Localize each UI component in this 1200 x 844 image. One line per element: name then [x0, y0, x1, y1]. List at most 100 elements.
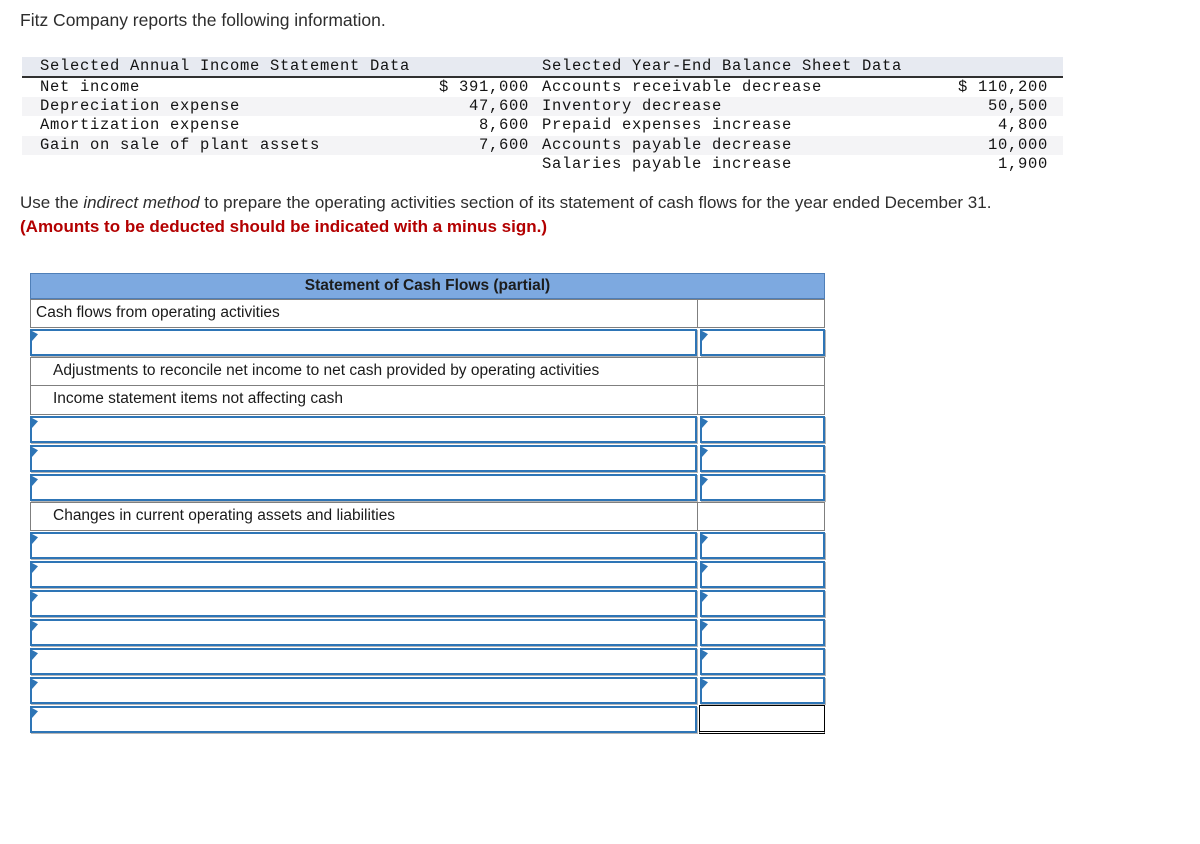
worksheet-amount-input[interactable] — [700, 329, 825, 356]
worksheet-input-row — [30, 618, 825, 647]
dropdown-arrow-icon — [32, 621, 38, 631]
instruction-text: Use the indirect method to prepare the o… — [20, 193, 991, 213]
data-table-row: Depreciation expense 47,600 Inventory decr… — [22, 97, 1063, 117]
dropdown-arrow-icon — [32, 592, 38, 602]
income-item-value: $ 391,000 — [438, 78, 529, 96]
page-title: Fitz Company reports the following infor… — [20, 10, 386, 30]
dropdown-arrow-icon — [702, 679, 708, 689]
income-item-value: 7,600 — [478, 135, 529, 154]
data-table-header-row: Selected Annual Income Statement Data Se… — [22, 57, 1063, 78]
dropdown-arrow-icon — [32, 679, 38, 689]
worksheet-account-input[interactable] — [30, 590, 697, 617]
worksheet-input-row — [30, 676, 825, 705]
data-table-row: Gain on sale of plant assets 7,600 Account… — [22, 135, 1063, 155]
worksheet-label-row: Adjustments to reconcile net income to n… — [30, 357, 825, 386]
dropdown-arrow-icon — [702, 563, 708, 573]
worksheet-total-row — [30, 705, 825, 734]
income-item-label: Net income — [40, 78, 141, 96]
worksheet-amount-input[interactable] — [700, 590, 825, 617]
dropdown-arrow-icon — [702, 534, 708, 544]
worksheet-input-row — [30, 647, 825, 676]
income-item-label: Amortization expense — [40, 116, 241, 135]
worksheet-account-input[interactable] — [30, 561, 697, 588]
dropdown-arrow-icon — [32, 534, 38, 544]
worksheet-input-row — [30, 444, 825, 473]
balance-item-value: 4,800 — [997, 116, 1048, 135]
worksheet-input-row — [30, 560, 825, 589]
worksheet-amount-input[interactable] — [700, 619, 825, 646]
balance-item-label: Inventory decrease — [542, 97, 723, 116]
worksheet-account-input[interactable] — [30, 619, 697, 646]
balance-item-label: Accounts receivable decrease — [542, 78, 823, 96]
worksheet-label-row: Cash flows from operating activities — [30, 299, 825, 328]
worksheet-account-input[interactable] — [30, 329, 697, 356]
worksheet-amount-input[interactable] — [700, 532, 825, 559]
dropdown-arrow-icon — [702, 331, 708, 341]
dropdown-arrow-icon — [32, 331, 38, 341]
worksheet-input-row — [30, 531, 825, 560]
data-table-rows: Net income $ 391,000 Accounts receivable d… — [22, 78, 1063, 174]
worksheet-amount-cell — [698, 503, 824, 530]
worksheet-label-row: Income statement items not affecting cas… — [30, 386, 825, 415]
instruction-warning: (Amounts to be deducted should be indica… — [20, 217, 548, 236]
dropdown-arrow-icon — [32, 418, 38, 428]
balance-item-label: Accounts payable decrease — [542, 135, 793, 154]
worksheet-amount-input[interactable] — [700, 416, 825, 443]
balance-item-label: Salaries payable increase — [542, 154, 793, 173]
instruction-prefix: Use the — [20, 193, 84, 212]
worksheet-amount-cell — [698, 358, 824, 385]
dropdown-arrow-icon — [32, 447, 38, 457]
worksheet-amount-input[interactable] — [700, 677, 825, 704]
balance-item-value: $ 110,200 — [957, 78, 1048, 96]
instruction-italic: indirect method — [83, 193, 200, 212]
dropdown-arrow-icon — [702, 592, 708, 602]
income-item-value: 8,600 — [478, 116, 529, 135]
dropdown-arrow-icon — [702, 650, 708, 660]
worksheet-row-label: Cash flows from operating activities — [31, 300, 698, 327]
balance-item-value: 10,000 — [987, 135, 1048, 154]
worksheet-total-cell[interactable] — [699, 705, 825, 734]
dropdown-arrow-icon — [32, 563, 38, 573]
dropdown-arrow-icon — [32, 476, 38, 486]
worksheet-row-label: Adjustments to reconcile net income to n… — [31, 358, 698, 385]
worksheet-input-row — [30, 415, 825, 444]
dropdown-arrow-icon — [702, 418, 708, 428]
dropdown-arrow-icon — [32, 650, 38, 660]
worksheet-input-row — [30, 473, 825, 502]
worksheet-account-input[interactable] — [30, 416, 697, 443]
worksheet-amount-input[interactable] — [700, 648, 825, 675]
worksheet-account-input[interactable] — [30, 677, 697, 704]
worksheet-amount-cell — [698, 386, 824, 414]
worksheet-row-label: Changes in current operating assets and … — [31, 503, 698, 530]
worksheet-amount-input[interactable] — [700, 474, 825, 501]
balance-item-value: 50,500 — [987, 97, 1048, 116]
balance-item-label: Prepaid expenses increase — [542, 116, 793, 135]
cash-flow-worksheet: Statement of Cash Flows (partial) Cash f… — [30, 273, 825, 734]
worksheet-amount-cell — [698, 300, 824, 327]
data-table-row: Amortization expense 8,600 Prepaid expense… — [22, 116, 1063, 135]
worksheet-input-row — [30, 328, 825, 357]
instruction-suffix: to prepare the operating activities sect… — [199, 193, 992, 212]
worksheet-title: Statement of Cash Flows (partial) — [30, 273, 825, 299]
balance-item-value: 1,900 — [997, 154, 1048, 173]
worksheet-account-input[interactable] — [30, 648, 697, 675]
income-item-label: Depreciation expense — [40, 97, 241, 116]
balance-sheet-header: Selected Year-End Balance Sheet Data — [542, 57, 903, 75]
worksheet-label-row: Changes in current operating assets and … — [30, 502, 825, 531]
dropdown-arrow-icon — [702, 621, 708, 631]
dropdown-arrow-icon — [32, 708, 38, 718]
dropdown-arrow-icon — [702, 447, 708, 457]
worksheet-account-input[interactable] — [30, 706, 697, 733]
worksheet-account-input[interactable] — [30, 445, 697, 472]
worksheet-row-label: Income statement items not affecting cas… — [31, 386, 698, 414]
income-balance-data-table: Selected Annual Income Statement Data Se… — [22, 57, 1063, 174]
income-item-value: 47,600 — [468, 97, 529, 116]
worksheet-account-input[interactable] — [30, 532, 697, 559]
worksheet-input-row — [30, 589, 825, 618]
worksheet-account-input[interactable] — [30, 474, 697, 501]
income-item-label: Gain on sale of plant assets — [40, 135, 321, 154]
worksheet-amount-input[interactable] — [700, 445, 825, 472]
dropdown-arrow-icon — [702, 476, 708, 486]
worksheet-rows: Cash flows from operating activities Adju… — [30, 299, 825, 734]
worksheet-amount-input[interactable] — [700, 561, 825, 588]
